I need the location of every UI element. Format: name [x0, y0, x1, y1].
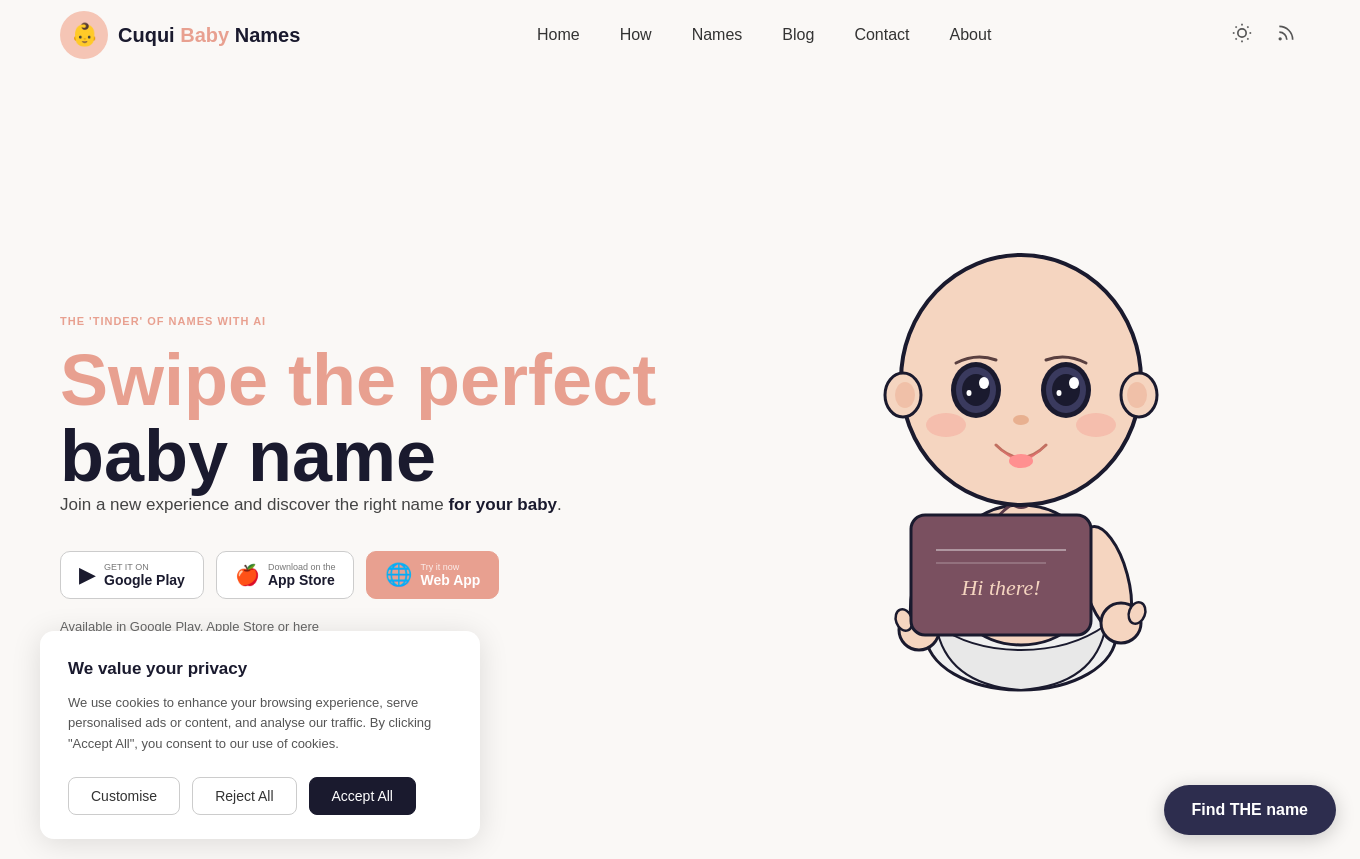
svg-line-4: [1247, 38, 1248, 39]
svg-line-3: [1236, 26, 1237, 27]
app-store-button[interactable]: 🍎 Download on the App Store: [216, 551, 355, 599]
app-buttons-group: ▶ GET IT ON Google Play 🍎 Download on th…: [60, 551, 742, 599]
nav-contact[interactable]: Contact: [854, 26, 909, 44]
hero-description: Join a new experience and discover the r…: [60, 495, 742, 515]
hero-tagline: THE 'TINDER' OF NAMES WITH AI: [60, 315, 742, 327]
svg-point-38: [1057, 390, 1062, 396]
logo-text: Cuqui Baby Names: [118, 24, 300, 47]
theme-toggle-button[interactable]: [1228, 19, 1256, 52]
hero-title-line2: baby name: [60, 416, 436, 496]
svg-point-0: [1238, 28, 1246, 36]
cookie-body: We use cookies to enhance your browsing …: [68, 693, 452, 755]
svg-point-39: [926, 413, 966, 437]
cookie-title: We value your privacy: [68, 659, 452, 679]
nav-about[interactable]: About: [950, 26, 992, 44]
globe-icon: 🌐: [385, 562, 412, 588]
svg-point-28: [1127, 382, 1147, 408]
svg-point-37: [1069, 377, 1079, 389]
nav-names[interactable]: Names: [692, 26, 743, 44]
accept-all-button[interactable]: Accept All: [309, 777, 416, 815]
logo[interactable]: 👶 Cuqui Baby Names: [60, 11, 300, 59]
customise-button[interactable]: Customise: [68, 777, 180, 815]
svg-point-41: [1013, 415, 1029, 425]
logo-baby: Baby: [180, 24, 229, 46]
hero-title: Swipe the perfect baby name: [60, 343, 742, 494]
hero-left: THE 'TINDER' OF NAMES WITH AI Swipe the …: [60, 295, 742, 633]
cookie-banner: We value your privacy We use cookies to …: [40, 631, 480, 839]
header-actions: [1228, 19, 1300, 52]
nav-how[interactable]: How: [620, 26, 652, 44]
web-app-text: Try it now Web App: [420, 562, 480, 588]
svg-point-32: [979, 377, 989, 389]
app-store-text: Download on the App Store: [268, 562, 336, 588]
svg-point-42: [1009, 454, 1033, 468]
hero-right: Hi there!: [742, 205, 1300, 725]
hero-title-line1: Swipe the perfect: [60, 340, 656, 420]
nav-home[interactable]: Home: [537, 26, 580, 44]
svg-point-40: [1076, 413, 1116, 437]
rss-button[interactable]: [1272, 19, 1300, 52]
find-the-name-button[interactable]: Find THE name: [1164, 785, 1336, 835]
cookie-buttons: Customise Reject All Accept All: [68, 777, 452, 815]
baby-illustration: Hi there!: [791, 205, 1251, 725]
rss-icon: [1276, 23, 1296, 43]
svg-text:Hi there!: Hi there!: [960, 575, 1040, 600]
sun-icon: [1232, 23, 1252, 43]
reject-all-button[interactable]: Reject All: [192, 777, 296, 815]
svg-point-33: [967, 390, 972, 396]
apple-icon: 🍎: [235, 563, 260, 587]
google-play-icon: ▶: [79, 562, 96, 588]
nav-blog[interactable]: Blog: [782, 26, 814, 44]
logo-icon: 👶: [60, 11, 108, 59]
svg-point-26: [895, 382, 915, 408]
google-play-button[interactable]: ▶ GET IT ON Google Play: [60, 551, 204, 599]
google-play-text: GET IT ON Google Play: [104, 562, 185, 588]
main-nav: Home How Names Blog Contact About: [537, 26, 991, 44]
svg-point-9: [1279, 38, 1281, 40]
main-header: 👶 Cuqui Baby Names Home How Names Blog C…: [0, 0, 1360, 70]
svg-line-7: [1236, 38, 1237, 39]
svg-line-8: [1247, 26, 1248, 27]
web-app-button[interactable]: 🌐 Try it now Web App: [366, 551, 499, 599]
